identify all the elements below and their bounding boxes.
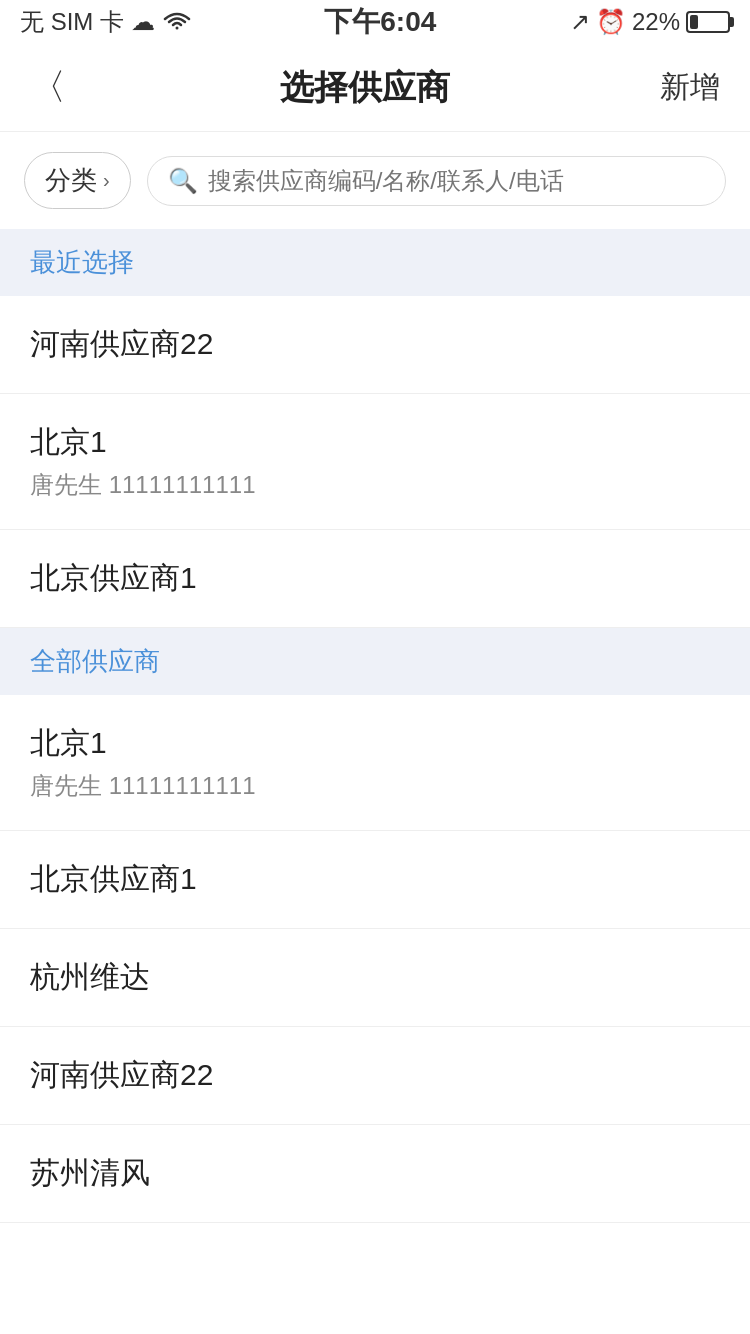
filter-bar: 分类 › 🔍 xyxy=(0,132,750,229)
recent-section-label: 最近选择 xyxy=(30,247,134,277)
battery-icon xyxy=(686,11,730,33)
status-bar: 无 SIM 卡 ☁ 下午6:04 ↗ ⏰ 22% xyxy=(0,0,750,44)
item-name: 苏州清风 xyxy=(30,1153,720,1194)
status-time: 下午6:04 xyxy=(324,3,436,41)
chevron-right-icon: › xyxy=(103,169,110,192)
list-item[interactable]: 北京供应商1 xyxy=(0,530,750,628)
recent-section-header: 最近选择 xyxy=(0,229,750,296)
status-left: 无 SIM 卡 ☁ xyxy=(20,6,191,38)
category-filter-button[interactable]: 分类 › xyxy=(24,152,131,209)
item-name: 北京1 xyxy=(30,723,720,764)
sim-status: 无 SIM 卡 ☁ xyxy=(20,6,155,38)
item-name: 河南供应商22 xyxy=(30,324,720,365)
battery-fill xyxy=(690,15,698,29)
battery-percent: 22% xyxy=(632,8,680,36)
list-item[interactable]: 河南供应商22 xyxy=(0,296,750,394)
item-name: 河南供应商22 xyxy=(30,1055,720,1096)
all-section-header: 全部供应商 xyxy=(0,628,750,695)
search-input-wrap[interactable]: 🔍 xyxy=(147,156,726,206)
add-button[interactable]: 新增 xyxy=(640,67,720,108)
all-list: 北京1 唐先生 11111111111 北京供应商1 杭州维达河南供应商22 苏州清… xyxy=(0,695,750,1223)
list-item[interactable]: 苏州清风 xyxy=(0,1125,750,1223)
item-name: 北京供应商1 xyxy=(30,859,720,900)
nav-bar: 〈 选择供应商 新增 xyxy=(0,44,750,132)
list-item[interactable]: 北京1 唐先生 11111111111 xyxy=(0,695,750,831)
list-item[interactable]: 北京供应商1 xyxy=(0,831,750,929)
search-input[interactable] xyxy=(208,167,705,195)
category-label: 分类 xyxy=(45,163,97,198)
location-icon: ↗ xyxy=(570,8,590,36)
recent-list: 河南供应商22 北京1 唐先生 11111111111 北京供应商1 xyxy=(0,296,750,628)
back-button[interactable]: 〈 xyxy=(30,63,90,112)
item-sub: 唐先生 11111111111 xyxy=(30,770,720,802)
alarm-icon: ⏰ xyxy=(596,8,626,36)
list-item[interactable]: 河南供应商22 xyxy=(0,1027,750,1125)
search-icon: 🔍 xyxy=(168,167,198,195)
list-item[interactable]: 杭州维达 xyxy=(0,929,750,1027)
page-title: 选择供应商 xyxy=(280,65,450,111)
item-name: 北京1 xyxy=(30,422,720,463)
wifi-icon xyxy=(163,12,191,32)
list-item[interactable]: 北京1 唐先生 11111111111 xyxy=(0,394,750,530)
item-sub: 唐先生 11111111111 xyxy=(30,469,720,501)
item-name: 北京供应商1 xyxy=(30,558,720,599)
item-name: 杭州维达 xyxy=(30,957,720,998)
status-right: ↗ ⏰ 22% xyxy=(570,8,730,36)
all-section-label: 全部供应商 xyxy=(30,646,160,676)
